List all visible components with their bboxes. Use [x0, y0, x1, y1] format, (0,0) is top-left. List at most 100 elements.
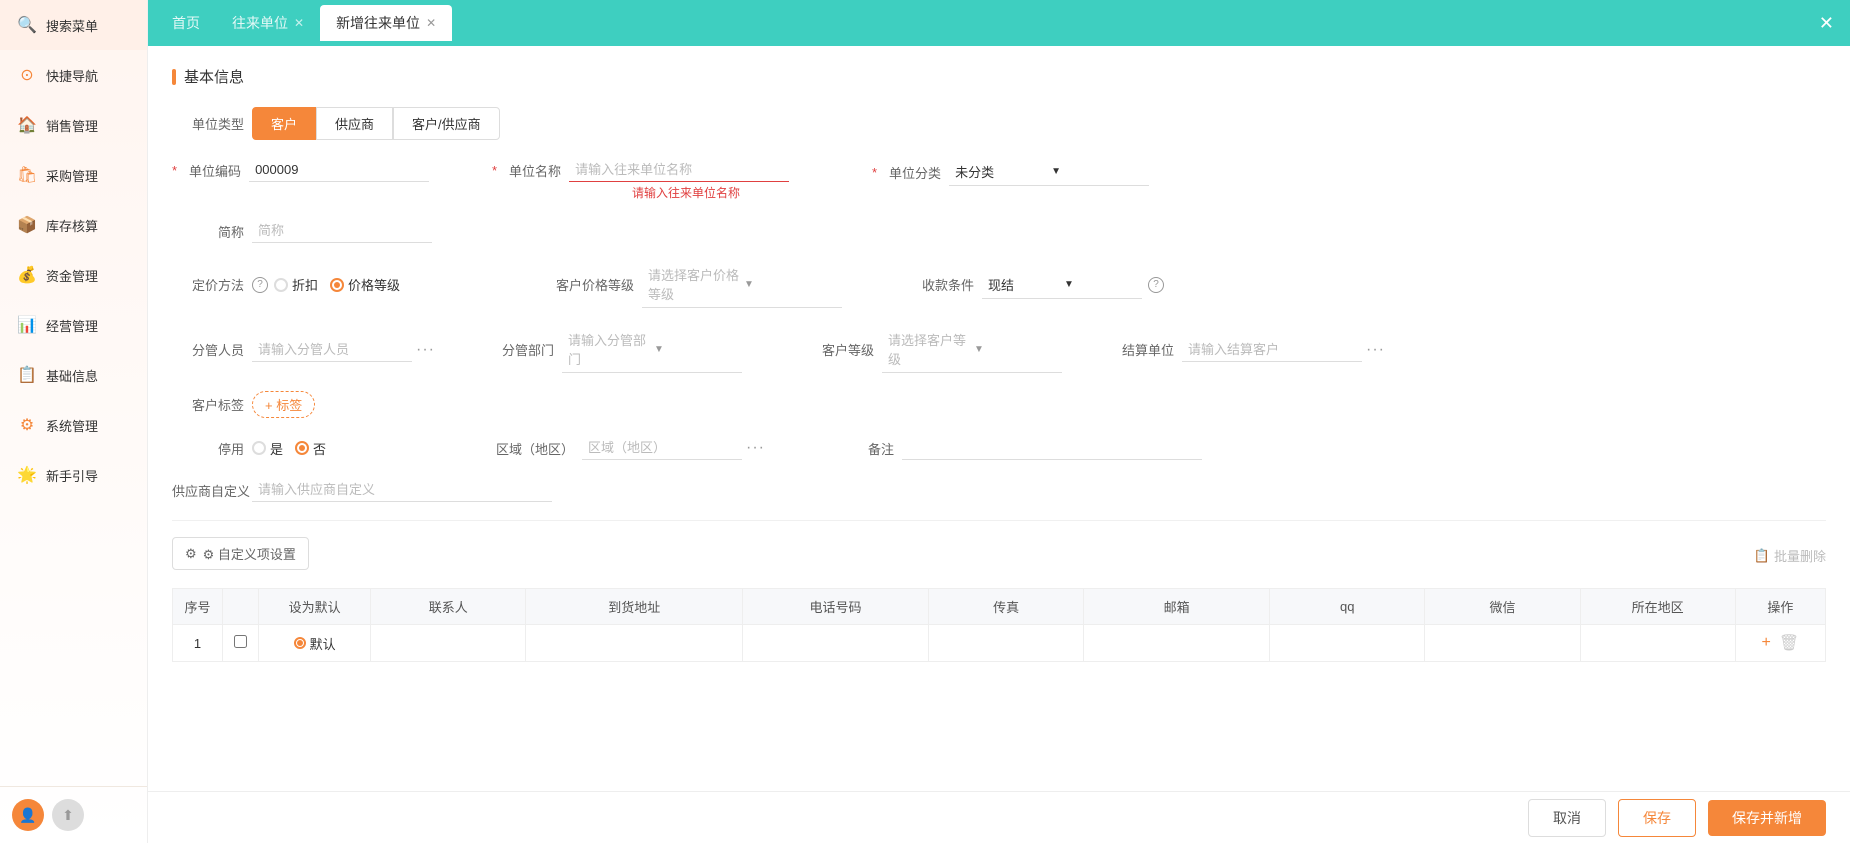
sidebar-label-purchase: 采购管理	[46, 166, 98, 185]
btn-delete-row[interactable]: 🗑	[1779, 633, 1799, 653]
label-pricing-method: 定价方法	[172, 275, 252, 294]
sidebar-item-finance[interactable]: 💰 资金管理	[0, 250, 147, 300]
btn-add-tag[interactable]: + 标签	[252, 391, 315, 418]
input-short-name[interactable]	[252, 219, 432, 243]
tab-new-partner[interactable]: 新增往来单位 ✕	[320, 5, 452, 41]
btn-type-customer[interactable]: 客户	[252, 107, 316, 140]
select-customer-level[interactable]: 请选择客户等级 ▼	[882, 326, 1062, 373]
input-location[interactable]	[1618, 636, 1698, 651]
btn-save[interactable]: 保存	[1618, 799, 1696, 837]
sidebar-item-quick-nav[interactable]: ⊙ 快捷导航	[0, 50, 147, 100]
row-checkbox[interactable]	[234, 635, 247, 648]
radio-price-level[interactable]: 价格等级	[330, 275, 400, 294]
cell-fax[interactable]	[929, 625, 1084, 662]
th-actions: 操作	[1735, 589, 1825, 625]
input-wechat[interactable]	[1462, 636, 1542, 651]
cell-default[interactable]: 默认	[259, 625, 371, 662]
cell-wechat[interactable]	[1425, 625, 1580, 662]
cell-check[interactable]	[223, 625, 259, 662]
th-qq: qq	[1270, 589, 1425, 625]
row-actions-group: + 🗑	[1746, 633, 1815, 653]
sidebar-item-inventory[interactable]: 📦 库存核算	[0, 200, 147, 250]
select-customer-price-level[interactable]: 请选择客户价格等级 ▼	[642, 261, 842, 308]
dots-region[interactable]: ···	[742, 439, 769, 457]
cell-email[interactable]	[1084, 625, 1270, 662]
input-qq[interactable]	[1307, 636, 1387, 651]
batch-delete-label[interactable]: 批量删除	[1774, 546, 1826, 565]
chevron-department: ▼	[654, 344, 736, 355]
label-payment-terms: 收款条件	[912, 275, 982, 294]
batch-delete-icon: 📋	[1754, 548, 1770, 564]
input-settlement-unit[interactable]	[1182, 338, 1362, 362]
input-notes[interactable]	[902, 436, 1202, 460]
select-payment-terms[interactable]: 现结 ▼	[982, 271, 1142, 299]
sidebar-label-operation: 经营管理	[46, 316, 98, 335]
global-close-btn[interactable]: ✕	[1811, 9, 1842, 38]
dots-manager[interactable]: ···	[412, 341, 439, 359]
help-payment-terms[interactable]: ?	[1148, 277, 1164, 293]
input-manager[interactable]	[252, 338, 412, 362]
input-fax[interactable]	[966, 636, 1046, 651]
btn-type-supplier[interactable]: 供应商	[316, 107, 393, 140]
user-avatar[interactable]: 👤	[12, 799, 44, 831]
tab-home[interactable]: 首页	[156, 5, 216, 41]
radio-disabled-no[interactable]: 否	[295, 439, 326, 458]
unit-type-group: 客户 供应商 客户/供应商	[252, 107, 500, 140]
cell-row-actions: + 🗑	[1735, 625, 1825, 662]
btn-save-new[interactable]: 保存并新增	[1708, 800, 1826, 836]
btn-add-row[interactable]: +	[1762, 634, 1771, 652]
sidebar-item-guide[interactable]: 🌟 新手引导	[0, 450, 147, 500]
settings-btn[interactable]: ⬆	[52, 799, 84, 831]
th-location: 所在地区	[1580, 589, 1735, 625]
tab-partner-close[interactable]: ✕	[294, 16, 304, 30]
main-area: 首页 往来单位 ✕ 新增往来单位 ✕ ✕ 基本信息 单位类型 客户 供应商 客户…	[148, 0, 1850, 843]
dots-settlement[interactable]: ···	[1362, 341, 1389, 359]
radio-circle-discount	[274, 278, 288, 292]
cell-address[interactable]	[526, 625, 743, 662]
label-supplier-custom: 供应商自定义	[172, 481, 252, 500]
guide-icon: 🌟	[16, 464, 38, 486]
btn-type-both[interactable]: 客户/供应商	[393, 107, 500, 140]
btn-custom-settings[interactable]: ⚙ ⚙ 自定义项设置	[172, 537, 309, 570]
radio-discount[interactable]: 折扣	[274, 275, 318, 294]
cell-contact[interactable]	[371, 625, 526, 662]
select-unit-category[interactable]: 未分类 ▼	[949, 158, 1149, 186]
btn-cancel[interactable]: 取消	[1528, 799, 1606, 837]
th-wechat: 微信	[1425, 589, 1580, 625]
input-address[interactable]	[574, 636, 694, 651]
label-region: 区域（地区）	[492, 439, 582, 458]
label-settlement-unit: 结算单位	[1112, 340, 1182, 359]
input-supplier-custom[interactable]	[252, 478, 552, 502]
label-disabled-no: 否	[313, 439, 326, 458]
sidebar-item-basic[interactable]: 📋 基础信息	[0, 350, 147, 400]
batch-delete-area: 📋 批量删除	[1754, 546, 1826, 565]
input-phone[interactable]	[786, 636, 886, 651]
tab-partner[interactable]: 往来单位 ✕	[216, 5, 320, 41]
sidebar-item-system[interactable]: ⚙ 系统管理	[0, 400, 147, 450]
cell-location[interactable]	[1580, 625, 1735, 662]
sidebar-item-purchase[interactable]: 🛍 采购管理	[0, 150, 147, 200]
help-pricing-method[interactable]: ?	[252, 277, 268, 293]
chevron-price-level: ▼	[744, 279, 836, 290]
th-address: 到货地址	[526, 589, 743, 625]
input-region[interactable]	[582, 436, 742, 460]
tab-new-partner-close[interactable]: ✕	[426, 16, 436, 30]
radio-circle-price-level	[330, 278, 344, 292]
row-manager: 分管人员 ··· 分管部门 请输入分管部门 ▼ 客户等级 请选择客户等级 ▼	[172, 326, 1826, 373]
sidebar-item-sales[interactable]: 🏠 销售管理	[0, 100, 147, 150]
sidebar-item-operation[interactable]: 📊 经营管理	[0, 300, 147, 350]
select-department[interactable]: 请输入分管部门 ▼	[562, 326, 742, 373]
tab-home-label: 首页	[172, 13, 200, 33]
input-contact[interactable]	[408, 636, 488, 651]
star-unit-code: *	[172, 163, 177, 178]
error-unit-name: 请输入往来单位名称	[632, 184, 740, 201]
input-email[interactable]	[1127, 636, 1227, 651]
input-unit-code[interactable]	[249, 158, 429, 182]
star-unit-name: *	[492, 163, 497, 178]
radio-disabled-yes[interactable]: 是	[252, 439, 283, 458]
cell-qq[interactable]	[1270, 625, 1425, 662]
star-unit-category: *	[872, 165, 877, 180]
cell-phone[interactable]	[743, 625, 929, 662]
input-unit-name[interactable]	[569, 158, 789, 182]
sidebar-item-search[interactable]: 🔍 搜索菜单	[0, 0, 147, 50]
